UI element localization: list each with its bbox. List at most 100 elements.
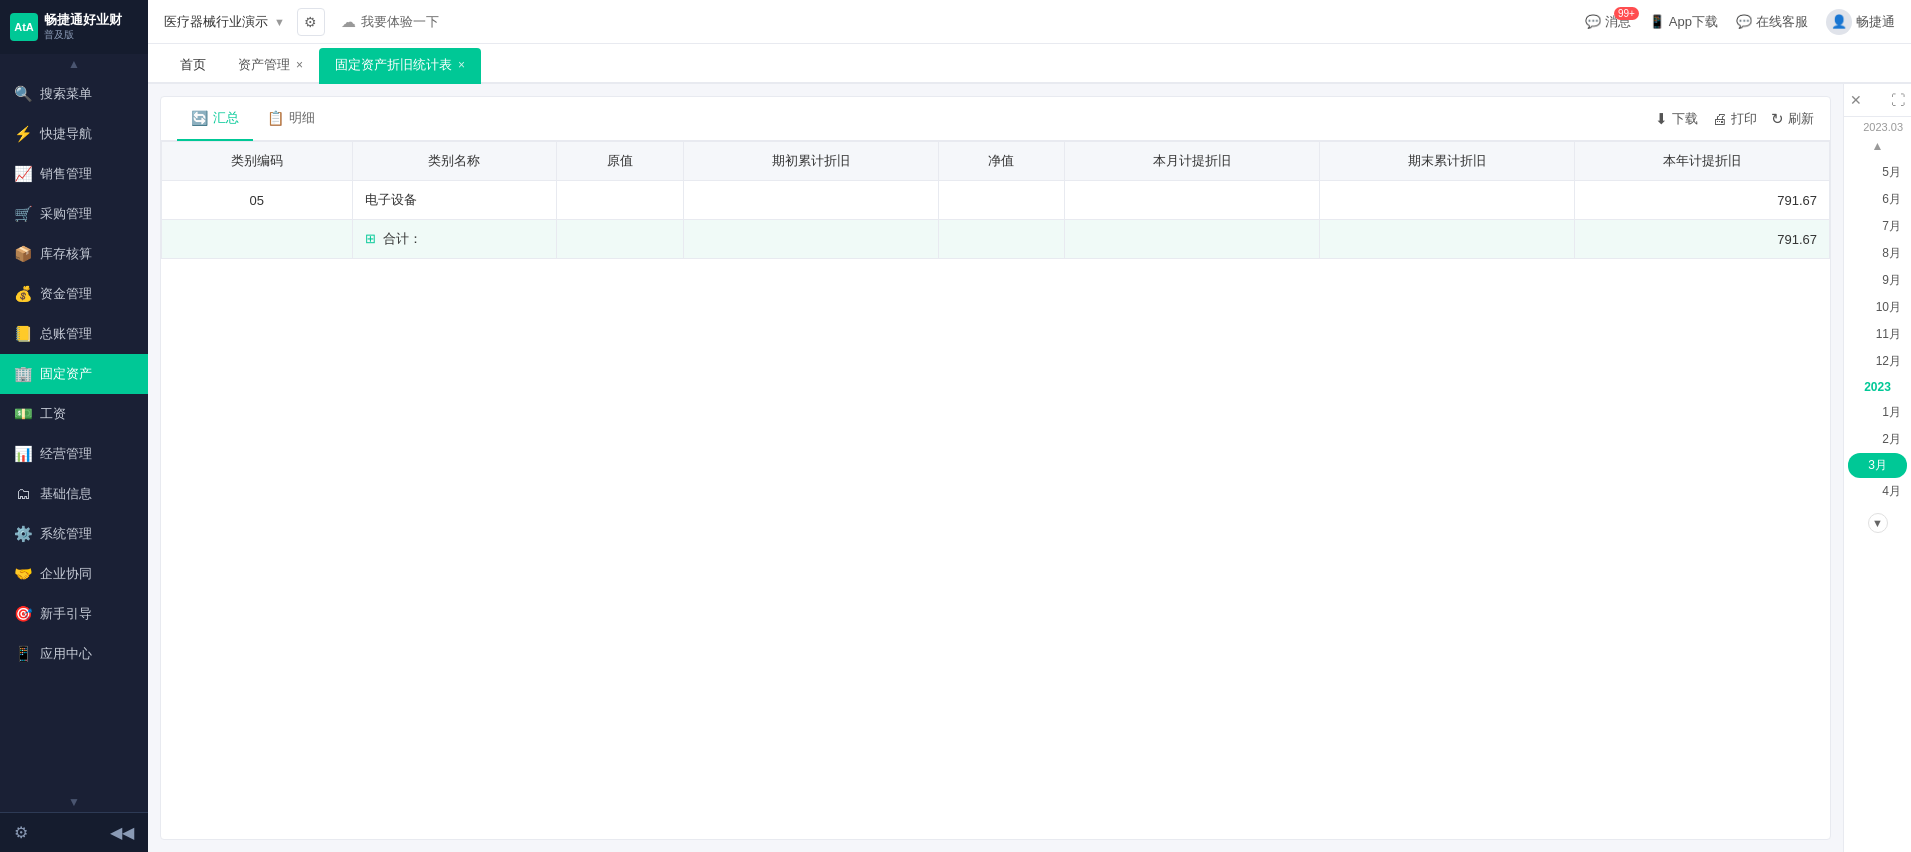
date-month-3[interactable]: 3月 <box>1848 453 1907 478</box>
cell-period-accum <box>683 181 938 220</box>
messages-icon: 💬 <box>1585 14 1601 29</box>
date-month-12[interactable]: 12月 <box>1844 348 1911 375</box>
tab-asset-manage[interactable]: 资产管理 × <box>222 48 319 84</box>
right-panel: ✕ ⛶ 2023.03 ▲ 5月 6月 7月 8月 9月 10月 11月 12月… <box>1843 84 1911 852</box>
refresh-icon: ↻ <box>1771 110 1784 128</box>
nav-icon-ledger: 📒 <box>14 325 32 343</box>
tab-fixed-depreciation[interactable]: 固定资产折旧统计表 × <box>319 48 481 84</box>
sidebar-nav: 🔍 搜索菜单 ⚡ 快捷导航 📈 销售管理 🛒 采购管理 📦 库存核算 💰 资金管… <box>0 74 148 792</box>
download-button[interactable]: ⬇ 下载 <box>1655 110 1698 128</box>
nav-icon-purchase: 🛒 <box>14 205 32 223</box>
nav-icon-basicinfo: 🗂 <box>14 485 32 503</box>
collapse-sidebar-icon[interactable]: ◀◀ <box>110 823 134 842</box>
tab-home[interactable]: 首页 <box>164 48 222 84</box>
main-area: 医疗器械行业演示 ▼ ⚙ ☁ 我要体验一下 💬 消息 99+ 📱 App下载 💬… <box>148 0 1911 852</box>
sidebar-scroll-down[interactable]: ▼ <box>0 792 148 812</box>
print-label: 打印 <box>1731 110 1757 128</box>
nav-icon-quicknav: ⚡ <box>14 125 32 143</box>
messages-action[interactable]: 💬 消息 99+ <box>1585 13 1631 31</box>
date-month-7[interactable]: 7月 <box>1844 213 1911 240</box>
sidebar-item-sales[interactable]: 📈 销售管理 <box>0 154 148 194</box>
date-month-5[interactable]: 5月 <box>1844 159 1911 186</box>
download-label: 下载 <box>1672 110 1698 128</box>
date-month-4[interactable]: 4月 <box>1844 478 1911 505</box>
sidebar-item-fixedasset[interactable]: 🏢 固定资产 <box>0 354 148 394</box>
tab-home-label: 首页 <box>180 56 206 74</box>
sidebar-item-search[interactable]: 🔍 搜索菜单 <box>0 74 148 114</box>
date-month-1[interactable]: 1月 <box>1844 399 1911 426</box>
tab-asset-manage-label: 资产管理 <box>238 56 290 74</box>
sidebar-item-quicknav[interactable]: ⚡ 快捷导航 <box>0 114 148 154</box>
sidebar-item-collab[interactable]: 🤝 企业协同 <box>0 554 148 594</box>
nav-label-payroll: 工资 <box>40 405 66 423</box>
sidebar-footer: ⚙ ◀◀ <box>0 812 148 852</box>
sidebar-item-ledger[interactable]: 📒 总账管理 <box>0 314 148 354</box>
sidebar-item-funds[interactable]: 💰 资金管理 <box>0 274 148 314</box>
panel-close-button[interactable]: ✕ <box>1850 92 1862 108</box>
sidebar-item-purchase[interactable]: 🛒 采购管理 <box>0 194 148 234</box>
nav-icon-collab: 🤝 <box>14 565 32 583</box>
print-button[interactable]: 🖨 打印 <box>1712 110 1757 128</box>
sidebar-item-basicinfo[interactable]: 🗂 基础信息 <box>0 474 148 514</box>
settings-icon[interactable]: ⚙ <box>14 823 28 842</box>
tabs-bar: 首页 资产管理 × 固定资产折旧统计表 × <box>148 44 1911 84</box>
summary-period-accum <box>683 220 938 259</box>
user-action[interactable]: 👤 畅捷通 <box>1826 9 1895 35</box>
nav-label-appcenter: 应用中心 <box>40 645 92 663</box>
tab-asset-manage-close[interactable]: × <box>296 58 303 72</box>
online-service-label: 在线客服 <box>1756 13 1808 31</box>
online-service-action[interactable]: 💬 在线客服 <box>1736 13 1808 31</box>
sidebar-item-inventory[interactable]: 📦 库存核算 <box>0 234 148 274</box>
refresh-button[interactable]: ↻ 刷新 <box>1771 110 1814 128</box>
sidebar: AtA 畅捷通好业财 普及版 ▲ 🔍 搜索菜单 ⚡ 快捷导航 📈 销售管理 🛒 … <box>0 0 148 852</box>
date-month-11[interactable]: 11月 <box>1844 321 1911 348</box>
col-year-deprec: 本年计提折旧 <box>1574 142 1829 181</box>
nav-icon-newguide: 🎯 <box>14 605 32 623</box>
nav-label-fixedasset: 固定资产 <box>40 365 92 383</box>
date-panel: 5月 6月 7月 8月 9月 10月 11月 12月 2023 1月 2月 3月… <box>1844 155 1911 509</box>
nav-label-collab: 企业协同 <box>40 565 92 583</box>
nav-icon-sysmanage: ⚙️ <box>14 525 32 543</box>
sidebar-item-newguide[interactable]: 🎯 新手引导 <box>0 594 148 634</box>
date-month-2[interactable]: 2月 <box>1844 426 1911 453</box>
nav-label-quicknav: 快捷导航 <box>40 125 92 143</box>
cell-month-deprec <box>1064 181 1319 220</box>
date-month-6[interactable]: 6月 <box>1844 186 1911 213</box>
panel-expand-button[interactable]: ⛶ <box>1891 92 1905 108</box>
sub-tab-summary[interactable]: 🔄 汇总 <box>177 97 253 141</box>
sidebar-item-payroll[interactable]: 💵 工资 <box>0 394 148 434</box>
topbar-right: 💬 消息 99+ 📱 App下载 💬 在线客服 👤 畅捷通 <box>1585 9 1895 35</box>
company-selector[interactable]: 医疗器械行业演示 ▼ <box>164 13 285 31</box>
summary-label: ⊞ 合计： <box>352 220 557 259</box>
nav-label-sales: 销售管理 <box>40 165 92 183</box>
sidebar-scroll-up[interactable]: ▲ <box>0 54 148 74</box>
col-month-deprec: 本月计提折旧 <box>1064 142 1319 181</box>
nav-label-newguide: 新手引导 <box>40 605 92 623</box>
col-net-value: 净值 <box>938 142 1064 181</box>
app-download-action[interactable]: 📱 App下载 <box>1649 13 1718 31</box>
toolbar: ⬇ 下载 🖨 打印 ↻ 刷新 <box>1655 110 1814 128</box>
logo-icon: AtA <box>10 13 38 41</box>
sidebar-title-block: 畅捷通好业财 普及版 <box>44 12 122 42</box>
cell-year-deprec: 791.67 <box>1574 181 1829 220</box>
date-label: 2023.03 <box>1844 117 1911 137</box>
sidebar-item-appcenter[interactable]: 📱 应用中心 <box>0 634 148 674</box>
date-nav-up[interactable]: ▲ <box>1844 137 1911 155</box>
date-month-10[interactable]: 10月 <box>1844 294 1911 321</box>
nav-icon-search: 🔍 <box>14 85 32 103</box>
nav-label-sysmanage: 系统管理 <box>40 525 92 543</box>
topbar-settings-button[interactable]: ⚙ <box>297 8 325 36</box>
nav-label-ledger: 总账管理 <box>40 325 92 343</box>
experience-button[interactable]: ☁ 我要体验一下 <box>341 13 439 31</box>
download-icon: ⬇ <box>1655 110 1668 128</box>
sidebar-item-sysmanage[interactable]: ⚙️ 系统管理 <box>0 514 148 554</box>
tab-fixed-depreciation-close[interactable]: × <box>458 58 465 72</box>
date-nav-down-circle[interactable]: ▼ <box>1868 513 1888 533</box>
date-month-8[interactable]: 8月 <box>1844 240 1911 267</box>
app-download-label: App下载 <box>1669 13 1718 31</box>
sub-tab-detail[interactable]: 📋 明细 <box>253 97 329 141</box>
date-month-9[interactable]: 9月 <box>1844 267 1911 294</box>
summary-net <box>938 220 1064 259</box>
summary-original <box>557 220 683 259</box>
sidebar-item-bizmanage[interactable]: 📊 经营管理 <box>0 434 148 474</box>
